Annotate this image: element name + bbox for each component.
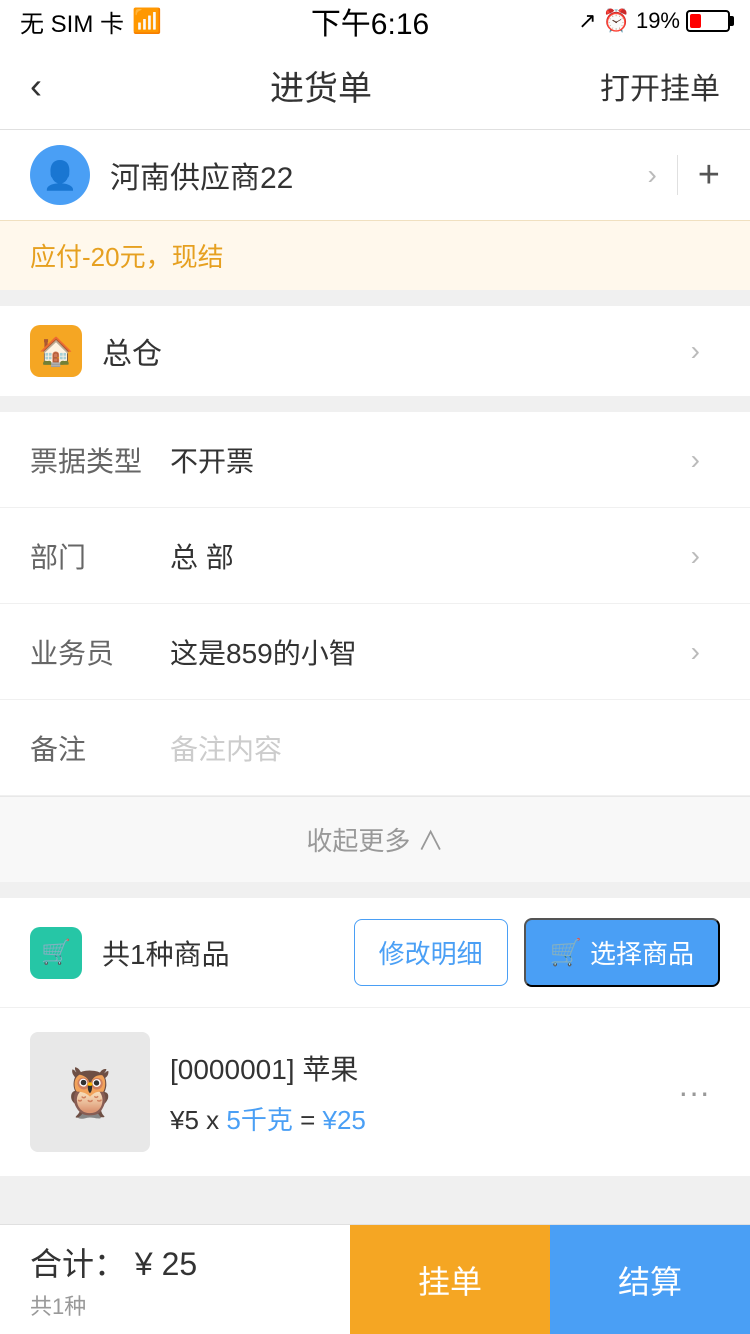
divider (677, 155, 678, 195)
select-product-button[interactable]: 🛒 选择商品 (524, 918, 720, 987)
warehouse-row[interactable]: 🏠 总仓 › (0, 306, 750, 396)
status-right: ↗ ⏰ 19% (578, 8, 730, 34)
total-amount: 合计： ¥ 25 (30, 1239, 320, 1285)
department-row[interactable]: 部门 总 部 › (0, 508, 750, 604)
open-pending-button[interactable]: 打开挂单 (600, 64, 720, 108)
product-owl-icon: 🦉 (60, 1064, 120, 1121)
supplier-row[interactable]: 👤 河南供应商22 › + (0, 130, 750, 220)
battery-fill (690, 14, 701, 28)
status-time: 下午6:16 (311, 0, 429, 43)
product-more-button[interactable]: ··· (668, 1064, 720, 1121)
department-chevron-icon: › (691, 540, 700, 572)
wifi-icon: 📶 (132, 7, 162, 36)
status-left: 无 SIM 卡 📶 (20, 4, 162, 39)
alert-banner: 应付-20元，现结 (0, 220, 750, 290)
equals-sign: = (300, 1105, 322, 1135)
warehouse-section: 🏠 总仓 › (0, 306, 750, 396)
supplier-chevron-icon: › (647, 159, 656, 191)
total-label: 合计： (30, 1246, 126, 1282)
bottom-bar: 合计： ¥ 25 共1种 挂单 结算 (0, 1224, 750, 1334)
form-section: 票据类型 不开票 › 部门 总 部 › 业务员 这是859的小智 › 备注 备注… (0, 412, 750, 882)
product-qty: 5千克 (226, 1105, 292, 1135)
warehouse-name: 总仓 (102, 329, 691, 373)
salesman-value: 这是859的小智 (170, 632, 691, 672)
avatar-icon: 👤 (43, 159, 78, 192)
select-product-icon: 🛒 (550, 937, 582, 968)
multiply-sign: x (206, 1105, 226, 1135)
total-section: 合计： ¥ 25 共1种 (0, 1239, 350, 1321)
nav-bar: ‹ 进货单 打开挂单 (0, 42, 750, 130)
ticket-type-row[interactable]: 票据类型 不开票 › (0, 412, 750, 508)
edit-detail-button[interactable]: 修改明细 (354, 919, 508, 986)
battery-icon (686, 10, 730, 32)
checkout-button[interactable]: 结算 (550, 1225, 750, 1334)
product-thumbnail: 🦉 (30, 1032, 150, 1152)
collapse-bar[interactable]: 收起更多 ∧ (0, 796, 750, 882)
salesman-row[interactable]: 业务员 这是859的小智 › (0, 604, 750, 700)
remark-row[interactable]: 备注 备注内容 (0, 700, 750, 796)
supplier-section: 👤 河南供应商22 › + 应付-20元，现结 (0, 130, 750, 290)
alarm-icon: ⏰ (603, 8, 630, 34)
salesman-label: 业务员 (30, 632, 170, 672)
suspend-button[interactable]: 挂单 (350, 1225, 550, 1334)
department-value: 总 部 (170, 536, 691, 576)
page-title: 进货单 (270, 61, 372, 110)
total-sub: 共1种 (30, 1289, 320, 1321)
product-count-label: 共1种商品 (102, 933, 354, 973)
ticket-type-value: 不开票 (170, 440, 691, 480)
warehouse-icon: 🏠 (30, 325, 82, 377)
product-name: [0000001] 苹果 (170, 1048, 668, 1088)
ticket-type-chevron-icon: › (691, 444, 700, 476)
select-product-label: 选择商品 (590, 934, 694, 971)
warehouse-chevron-icon: › (691, 335, 700, 367)
battery-percent: 19% (636, 8, 680, 34)
product-title: 苹果 (302, 1054, 358, 1085)
add-supplier-button[interactable]: + (698, 154, 720, 197)
product-item: 🦉 [0000001] 苹果 ¥5 x 5千克 = ¥25 ··· (0, 1008, 750, 1176)
main-content: 👤 河南供应商22 › + 应付-20元，现结 🏠 总仓 › 票据类型 不开票 … (0, 130, 750, 1302)
product-code: [0000001] (170, 1054, 295, 1085)
department-label: 部门 (30, 536, 170, 576)
product-total: ¥25 (323, 1105, 366, 1135)
product-header: 🛒 共1种商品 修改明细 🛒 选择商品 (0, 898, 750, 1008)
supplier-name: 河南供应商22 (110, 153, 647, 197)
cart-icon: 🛒 (41, 938, 71, 967)
total-value: ¥ 25 (135, 1246, 197, 1282)
unit-price: ¥5 (170, 1105, 199, 1135)
location-icon: ↗ (578, 8, 596, 34)
supplier-avatar: 👤 (30, 145, 90, 205)
sim-label: 无 SIM 卡 (20, 4, 124, 39)
remark-label: 备注 (30, 728, 170, 768)
back-button[interactable]: ‹ (30, 65, 42, 107)
product-price: ¥5 x 5千克 = ¥25 (170, 1100, 668, 1137)
product-section-icon: 🛒 (30, 927, 82, 979)
product-section: 🛒 共1种商品 修改明细 🛒 选择商品 🦉 [0000001] 苹果 ¥5 (0, 898, 750, 1176)
remark-placeholder: 备注内容 (170, 728, 720, 768)
salesman-chevron-icon: › (691, 636, 700, 668)
house-icon: 🏠 (39, 335, 74, 368)
ticket-type-label: 票据类型 (30, 440, 170, 480)
product-info: [0000001] 苹果 ¥5 x 5千克 = ¥25 (170, 1048, 668, 1137)
status-bar: 无 SIM 卡 📶 下午6:16 ↗ ⏰ 19% (0, 0, 750, 42)
